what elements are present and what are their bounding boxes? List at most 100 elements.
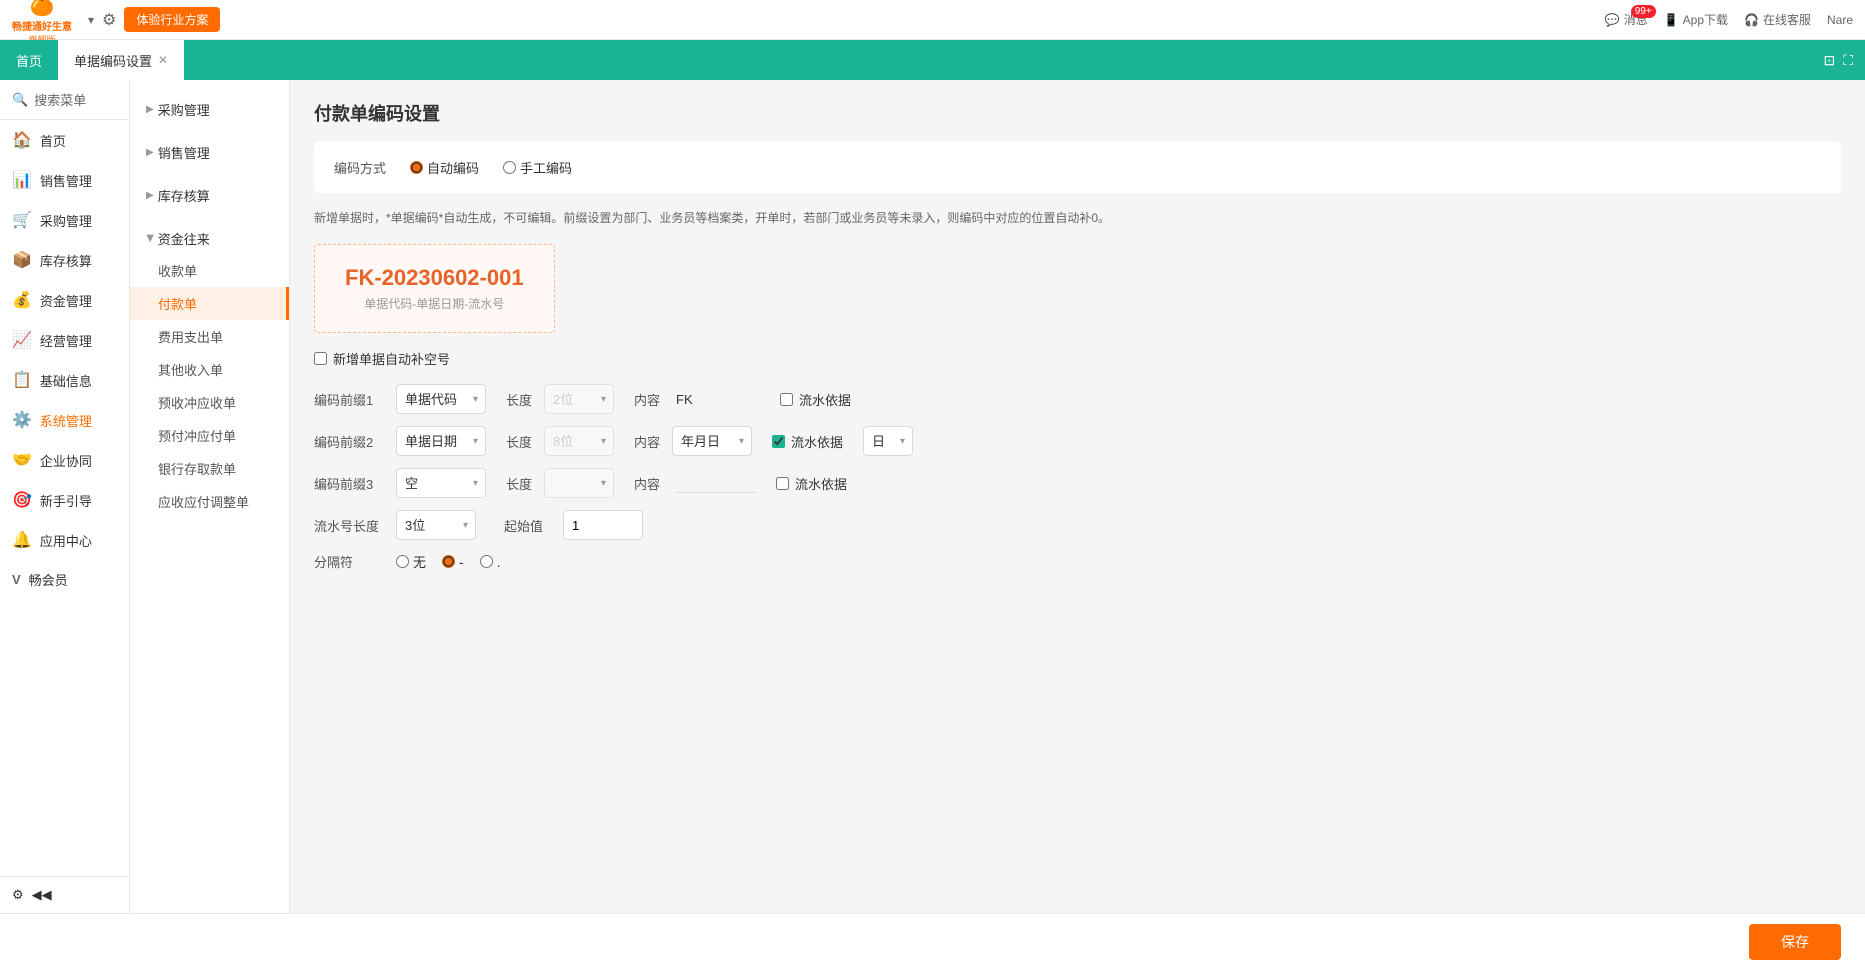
separator-label: 分隔符 (314, 552, 384, 571)
flow-number-label: 流水号长度 (314, 516, 384, 535)
system-icon: ⚙️ (12, 410, 32, 430)
finance-icon: 💰 (12, 290, 32, 310)
nav-collapse-icon[interactable]: ◀◀ (32, 887, 52, 903)
preview-box: FK-20230602-001 单据代码-单据日期-流水号 (314, 244, 555, 333)
sec-nav-group-inventory: ▶ 库存核算 (130, 174, 289, 217)
nav-item-inventory[interactable]: 📦 库存核算 (0, 240, 129, 280)
user-avatar[interactable]: Nare (1827, 13, 1853, 27)
prefix2-content-label: 内容 (634, 432, 660, 451)
settings-icon[interactable]: ⚙ (102, 10, 116, 30)
sec-nav-item-receipt[interactable]: 收款单 (130, 254, 289, 287)
encoding-method-label: 编码方式 (334, 158, 386, 177)
prefix2-flow-unit-select[interactable]: 日 月 年 (863, 426, 913, 456)
prefix2-label: 编码前缀2 (314, 432, 384, 451)
sec-nav-header-inventory[interactable]: ▶ 库存核算 (130, 180, 289, 211)
sep-none-radio[interactable]: 无 (396, 552, 426, 571)
separator-row: 分隔符 无 - . (314, 552, 1841, 571)
preview-code: FK-20230602-001 (345, 265, 524, 291)
nav-item-member[interactable]: V 畅会员 (0, 560, 129, 599)
app-download-button[interactable]: 📱 App下载 (1664, 11, 1728, 28)
trial-button[interactable]: 体验行业方案 (124, 7, 220, 32)
minimize-icon[interactable]: ⊡ (1823, 52, 1835, 69)
nav-item-guide[interactable]: 🎯 新手引导 (0, 480, 129, 520)
auto-fill-checkbox[interactable] (314, 352, 327, 365)
operations-icon: 📈 (12, 330, 32, 350)
nav-bottom-actions: ⚙ ◀◀ (0, 876, 129, 913)
prefix2-length-select-wrapper: 8位 ▾ (544, 426, 614, 456)
flow-number-select-wrapper: 3位 4位 5位 6位 ▾ (396, 510, 476, 540)
bottom-bar: 保存 (0, 913, 1865, 969)
prefix3-label: 编码前缀3 (314, 474, 384, 493)
prefix2-flow-checkbox[interactable] (772, 435, 785, 448)
sep-dash-radio[interactable]: - (442, 554, 464, 570)
prefix1-label: 编码前缀1 (314, 390, 384, 409)
prefix1-select-wrapper: 单据代码 单据日期 空 部门 业务员 ▾ (396, 384, 486, 414)
nav-item-purchase[interactable]: 🛒 采购管理 (0, 200, 129, 240)
nav-item-operations[interactable]: 📈 经营管理 (0, 320, 129, 360)
separator-options: 无 - . (396, 552, 501, 571)
basic-info-icon: 📋 (12, 370, 32, 390)
prefix2-row: 编码前缀2 单据代码 单据日期 空 部门 业务员 ▾ 长度 8位 ▾ 内容 (314, 426, 1841, 456)
save-button[interactable]: 保存 (1749, 924, 1841, 960)
prefix1-flow-label: 流水依据 (799, 390, 851, 409)
prefix3-flow-checkbox-group: 流水依据 (776, 474, 847, 493)
prefix1-content-label: 内容 (634, 390, 660, 409)
nav-item-enterprise[interactable]: 🤝 企业协同 (0, 440, 129, 480)
sec-nav-item-other-income[interactable]: 其他收入单 (130, 353, 289, 386)
tab-close-icon[interactable]: ✕ (158, 53, 168, 67)
auto-fill-row: 新增单据自动补空号 (314, 349, 1841, 368)
prefix2-select[interactable]: 单据代码 单据日期 空 部门 业务员 (396, 426, 486, 456)
auto-encoding-radio[interactable]: 自动编码 (410, 158, 479, 177)
sec-nav-item-expense[interactable]: 费用支出单 (130, 320, 289, 353)
nav-item-system[interactable]: ⚙️ 系统管理 (0, 400, 129, 440)
tab-expand-area: ⊡ ⛶ (1823, 52, 1865, 69)
sec-nav-item-bank[interactable]: 银行存取款单 (130, 452, 289, 485)
prefix1-length-select[interactable]: 2位 (544, 384, 614, 414)
sec-nav-group-purchase: ▶ 采购管理 (130, 88, 289, 131)
nav-settings-icon[interactable]: ⚙ (12, 887, 24, 903)
nav-item-home[interactable]: 🏠 首页 (0, 120, 129, 160)
sec-nav-item-pre-receivable[interactable]: 预收冲应收单 (130, 386, 289, 419)
sec-nav-header-purchase[interactable]: ▶ 采购管理 (130, 94, 289, 125)
content-area: 付款单编码设置 编码方式 自动编码 手工编码 新增单据时，*单据编码*自动生成，… (290, 80, 1865, 913)
manual-encoding-radio[interactable]: 手工编码 (503, 158, 572, 177)
sales-icon: 📊 (12, 170, 32, 190)
sec-nav-header-capital[interactable]: ▶ 资金往来 (130, 223, 289, 254)
prefix3-flow-label: 流水依据 (795, 474, 847, 493)
sec-nav-item-payment[interactable]: 付款单 (130, 287, 289, 320)
prefix3-content-label: 内容 (634, 474, 660, 493)
app-center-icon: 🔔 (12, 530, 32, 550)
prefix3-select-wrapper: 空 单据代码 单据日期 部门 业务员 ▾ (396, 468, 486, 498)
search-menu[interactable]: 🔍 搜索菜单 (0, 80, 129, 120)
prefix2-flow-unit-wrapper: 日 月 年 ▾ (863, 426, 913, 456)
sec-nav-item-ap-ar-adjust[interactable]: 应收应付调整单 (130, 485, 289, 518)
prefix2-content-select[interactable]: 年月日 年月 年 (672, 426, 752, 456)
nav-item-finance[interactable]: 💰 资金管理 (0, 280, 129, 320)
prefix1-flow-checkbox[interactable] (780, 393, 793, 406)
prefix3-select[interactable]: 空 单据代码 单据日期 部门 业务员 (396, 468, 486, 498)
maximize-icon[interactable]: ⛶ (1843, 52, 1853, 69)
tab-encoding-settings[interactable]: 单据编码设置 ✕ (58, 40, 184, 80)
prefix1-select[interactable]: 单据代码 单据日期 空 部门 业务员 (396, 384, 486, 414)
nav-dropdown[interactable]: ▾ (88, 13, 94, 27)
online-service-button[interactable]: 🎧 在线客服 (1744, 11, 1811, 28)
nav-item-basic-info[interactable]: 📋 基础信息 (0, 360, 129, 400)
prefix1-row: 编码前缀1 单据代码 单据日期 空 部门 业务员 ▾ 长度 2位 ▾ 内容 FK (314, 384, 1841, 414)
prefix1-content-value: FK (676, 392, 716, 407)
prefix2-length-select[interactable]: 8位 (544, 426, 614, 456)
sep-dot-radio[interactable]: . (480, 554, 501, 570)
tab-home[interactable]: 首页 (0, 40, 58, 80)
prefix3-length-select[interactable] (544, 468, 614, 498)
sec-nav-header-sales[interactable]: ▶ 销售管理 (130, 137, 289, 168)
message-button[interactable]: 💬 消息 99+ (1605, 11, 1648, 28)
sec-nav-item-pre-payable[interactable]: 预付冲应付单 (130, 419, 289, 452)
prefix3-flow-checkbox[interactable] (776, 477, 789, 490)
nav-item-sales[interactable]: 📊 销售管理 (0, 160, 129, 200)
start-value-input[interactable] (563, 510, 643, 540)
start-value-label: 起始值 (504, 516, 543, 535)
member-icon: V (12, 572, 21, 587)
encoding-method-section: 编码方式 自动编码 手工编码 (314, 142, 1841, 193)
info-text: 新增单据时，*单据编码*自动生成，不可编辑。前缀设置为部门、业务员等档案类，开单… (314, 209, 1841, 228)
flow-number-select[interactable]: 3位 4位 5位 6位 (396, 510, 476, 540)
nav-item-app-center[interactable]: 🔔 应用中心 (0, 520, 129, 560)
